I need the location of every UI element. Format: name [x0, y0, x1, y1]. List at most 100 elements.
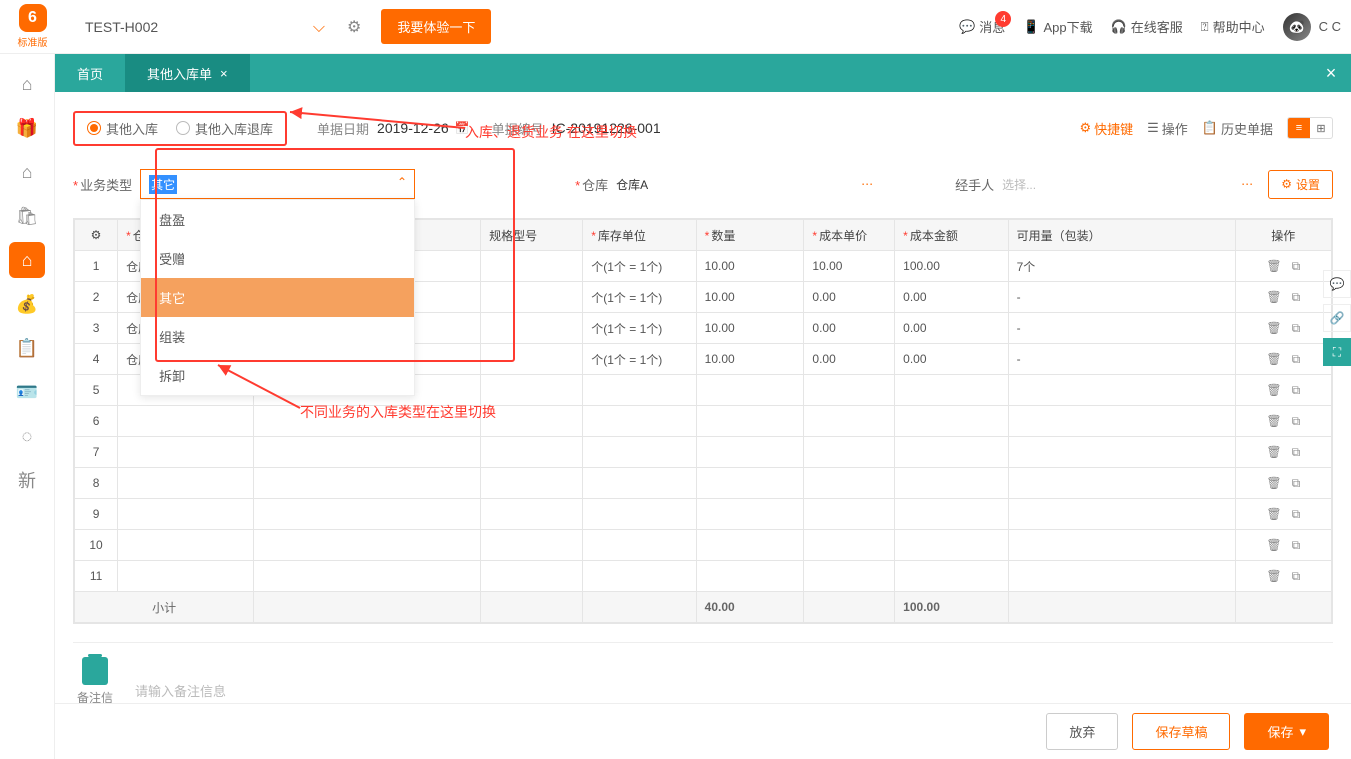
content-area: 其他入库 其他入库退库 单据日期 2019-12-26 📅 单据编号 IC-20…: [55, 92, 1351, 759]
delete-icon[interactable]: 🗑: [1266, 414, 1281, 429]
table-row[interactable]: 8 🗑⧉: [75, 468, 1332, 499]
delete-icon[interactable]: 🗑: [1266, 538, 1281, 553]
date-label: 单据日期: [317, 119, 369, 138]
doc-number-label: 单据编号: [492, 119, 544, 138]
handler-field[interactable]: 经手人 选择... ⋯: [955, 175, 1255, 194]
copy-icon[interactable]: ⧉: [1292, 476, 1301, 491]
warehouse-field[interactable]: *仓库 仓库A ⋯: [575, 175, 875, 194]
sidebar-new-icon[interactable]: 新: [9, 462, 45, 498]
date-value[interactable]: 2019-12-26: [377, 120, 449, 136]
filter-row: *业务类型 其它 ⌃ 盘盈 受赠 其它 组装 拆卸 *仓库 仓库A ⋯ 经手人 …: [73, 168, 1333, 200]
delete-icon[interactable]: 🗑: [1266, 321, 1281, 336]
dropdown-option[interactable]: 受赠: [141, 239, 414, 278]
chat-icon[interactable]: 💬: [1323, 270, 1351, 298]
biz-type-dropdown: 盘盈 受赠 其它 组装 拆卸: [140, 199, 415, 396]
right-toolbar: 💬 🔗 ⛶: [1323, 270, 1351, 372]
sidebar-bag-icon[interactable]: 🛍: [9, 198, 45, 234]
copy-icon[interactable]: ⧉: [1292, 569, 1301, 584]
doc-number-value: IC-20191226-001: [552, 120, 661, 136]
sidebar-clipboard-icon[interactable]: 📋: [9, 330, 45, 366]
delete-icon[interactable]: 🗑: [1266, 290, 1281, 305]
left-sidebar: ⌂ 🎁 ⌂ 🛍 ⌂ 💰 📋 🪪 ◌ 新: [0, 54, 55, 759]
more-icon[interactable]: ⋯: [861, 177, 875, 191]
table-row[interactable]: 11 🗑⧉: [75, 561, 1332, 592]
view-grid-icon[interactable]: ⊞: [1310, 118, 1332, 138]
sidebar-home-icon[interactable]: ⌂: [9, 66, 45, 102]
user-menu[interactable]: 🐼 C C: [1283, 13, 1341, 41]
dropdown-option[interactable]: 组装: [141, 317, 414, 356]
settings-button[interactable]: ⚙ 设置: [1268, 170, 1333, 199]
notes-input[interactable]: 请输入备注信息: [135, 681, 1333, 700]
view-toggle[interactable]: ≡ ⊞: [1287, 117, 1333, 139]
sidebar-shop-icon[interactable]: ⌂: [9, 154, 45, 190]
delete-icon[interactable]: 🗑: [1266, 259, 1281, 274]
biz-type-label: *业务类型: [73, 175, 132, 194]
gear-header-icon[interactable]: ⚙: [75, 220, 118, 251]
close-all-tabs[interactable]: ×: [1311, 54, 1351, 92]
calendar-icon[interactable]: 📅: [455, 121, 470, 135]
help-icon: ⍰: [1201, 19, 1209, 35]
copy-icon[interactable]: ⧉: [1292, 290, 1301, 305]
dropdown-option[interactable]: 拆卸: [141, 356, 414, 395]
chevron-up-icon: ⌃: [397, 175, 407, 189]
headset-icon: 🎧: [1111, 19, 1127, 35]
table-row[interactable]: 9 🗑⧉: [75, 499, 1332, 530]
message-icon: 💬: [959, 19, 975, 35]
operations-link[interactable]: ☰ 操作: [1147, 119, 1188, 138]
top-header: 6 标准版 TEST-H002 ⚙ 我要体验一下 💬 消息 4 📱 App下载 …: [0, 0, 1351, 54]
biz-type-select[interactable]: 其它 ⌃ 盘盈 受赠 其它 组装 拆卸: [140, 169, 415, 199]
sidebar-gift-icon[interactable]: 🎁: [9, 110, 45, 146]
delete-icon[interactable]: 🗑: [1266, 476, 1281, 491]
copy-icon[interactable]: ⧉: [1292, 352, 1301, 367]
delete-icon[interactable]: 🗑: [1266, 445, 1281, 460]
copy-icon[interactable]: ⧉: [1292, 321, 1301, 336]
more-icon[interactable]: ⋯: [1241, 177, 1255, 191]
copy-icon[interactable]: ⧉: [1292, 259, 1301, 274]
header-right: 💬 消息 4 📱 App下载 🎧 在线客服 ⍰ 帮助中心 🐼 C C: [959, 13, 1341, 41]
sidebar-id-icon[interactable]: 🪪: [9, 374, 45, 410]
company-select[interactable]: TEST-H002: [85, 19, 335, 35]
tab-current[interactable]: 其他入库单 ×: [125, 54, 250, 92]
sidebar-warehouse-icon[interactable]: ⌂: [9, 242, 45, 278]
copy-icon[interactable]: ⧉: [1292, 383, 1301, 398]
cta-button[interactable]: 我要体验一下: [381, 9, 491, 44]
row1-actions: ⚙ 快捷键 ☰ 操作 📋 历史单据 ≡ ⊞: [1079, 117, 1333, 139]
close-icon[interactable]: ×: [220, 66, 228, 81]
delete-icon[interactable]: 🗑: [1266, 569, 1281, 584]
tab-home[interactable]: 首页: [55, 54, 125, 92]
footer-actions: 放弃 保存草稿 保存▾: [55, 703, 1351, 759]
shortcut-link[interactable]: ⚙ 快捷键: [1079, 119, 1133, 138]
chevron-down-icon: ▾: [1299, 724, 1306, 740]
table-row[interactable]: 7 🗑⧉: [75, 437, 1332, 468]
table-row[interactable]: 6 🗑⧉: [75, 406, 1332, 437]
customer-service-link[interactable]: 🎧 在线客服: [1111, 17, 1183, 36]
view-list-icon[interactable]: ≡: [1288, 118, 1310, 138]
app-download-link[interactable]: 📱 App下载: [1023, 17, 1092, 36]
save-button[interactable]: 保存▾: [1244, 713, 1329, 750]
messages-link[interactable]: 💬 消息 4: [959, 17, 1005, 36]
delete-icon[interactable]: 🗑: [1266, 507, 1281, 522]
radio-return[interactable]: 其他入库退库: [176, 119, 273, 138]
copy-icon[interactable]: ⧉: [1292, 507, 1301, 522]
expand-icon[interactable]: ⛶: [1323, 338, 1351, 366]
table-row[interactable]: 10 🗑⧉: [75, 530, 1332, 561]
delete-icon[interactable]: 🗑: [1266, 352, 1281, 367]
history-link[interactable]: 📋 历史单据: [1202, 119, 1273, 138]
help-center-link[interactable]: ⍰ 帮助中心: [1201, 17, 1265, 36]
copy-icon[interactable]: ⧉: [1292, 414, 1301, 429]
discard-button[interactable]: 放弃: [1046, 713, 1118, 750]
sidebar-money-icon[interactable]: 💰: [9, 286, 45, 322]
dropdown-option[interactable]: 其它: [141, 278, 414, 317]
settings-icon[interactable]: ⚙: [347, 17, 361, 37]
copy-icon[interactable]: ⧉: [1292, 538, 1301, 553]
message-badge: 4: [995, 11, 1011, 27]
save-draft-button[interactable]: 保存草稿: [1132, 713, 1230, 750]
radio-inbound[interactable]: 其他入库: [87, 119, 158, 138]
subtotal-row: 小计 40.00 100.00: [75, 592, 1332, 623]
copy-icon[interactable]: ⧉: [1292, 445, 1301, 460]
logo[interactable]: 6 标准版: [10, 4, 55, 49]
sidebar-ring-icon[interactable]: ◌: [9, 418, 45, 454]
delete-icon[interactable]: 🗑: [1266, 383, 1281, 398]
dropdown-option[interactable]: 盘盈: [141, 200, 414, 239]
link-icon[interactable]: 🔗: [1323, 304, 1351, 332]
